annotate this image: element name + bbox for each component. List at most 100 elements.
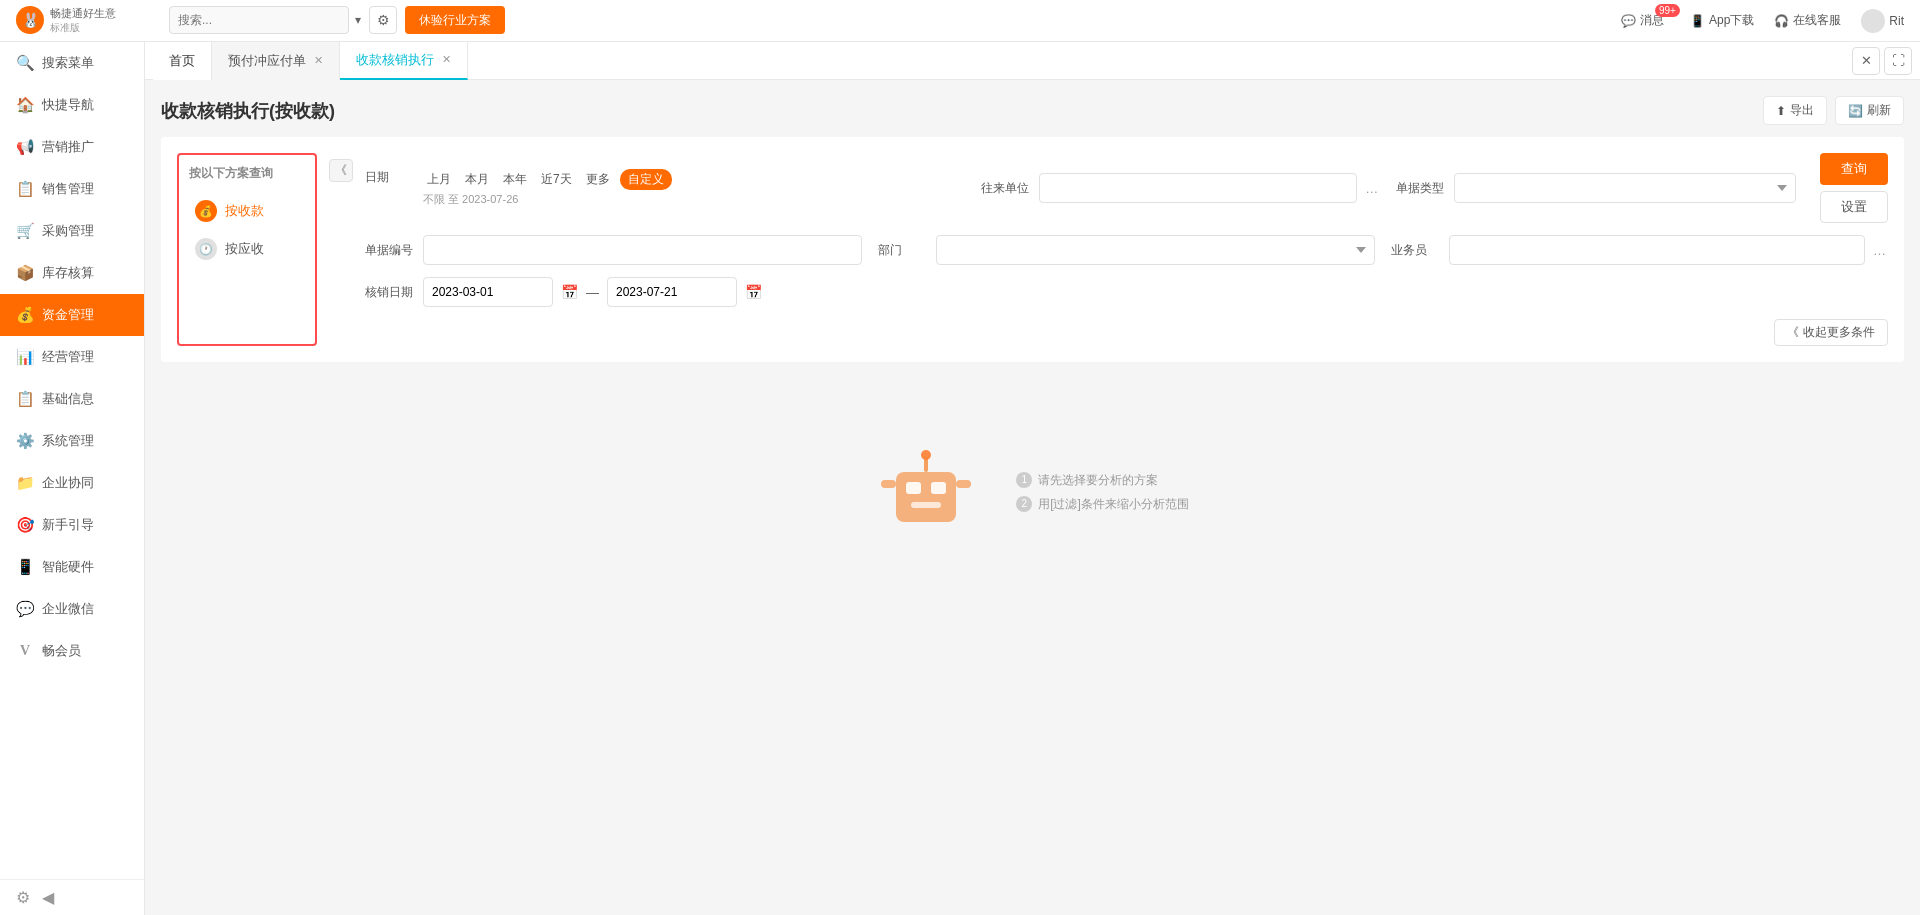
settings-gear-button[interactable]: ⚙ [369,6,397,34]
calendar-start-icon[interactable]: 📅 [561,284,578,300]
empty-robot-svg [876,442,976,542]
date-tab-custom[interactable]: 自定义 [620,169,672,190]
sidebar-item-enterprise[interactable]: 📁 企业协同 [0,462,144,504]
hint-text-1: 请先选择要分析的方案 [1038,468,1158,492]
company-search-input[interactable] [169,6,349,34]
wechat-icon: 💬 [16,600,34,618]
salesperson-dots-icon[interactable]: … [1873,243,1888,258]
inventory-icon: 📦 [16,264,34,282]
filter-option-by-receipt[interactable]: 💰 按收款 [189,192,305,230]
more-conditions-button[interactable]: 《 收起更多条件 [1774,319,1888,346]
sidebar-item-wechat[interactable]: 💬 企业微信 [0,588,144,630]
guide-icon: 🎯 [16,516,34,534]
sidebar-item-inventory[interactable]: 📦 库存核算 [0,252,144,294]
page-header: 收款核销执行(按收款) ⬆ 导出 🔄 刷新 [161,96,1904,125]
filter-option-by-receivable[interactable]: 🕐 按应收 [189,230,305,268]
tab-receivable-writeoff-label: 收款核销执行 [356,51,434,69]
finance-icon: 💰 [16,306,34,324]
page-title: 收款核销执行(按收款) [161,99,335,123]
service-icon: 🎧 [1774,14,1789,28]
more-conditions-label: 收起更多条件 [1803,324,1875,341]
dots-icon[interactable]: … [1365,181,1380,196]
industry-solution-button[interactable]: 休验行业方案 [405,6,505,34]
collapse-icon: 《 [1787,324,1799,341]
calendar-end-icon[interactable]: 📅 [745,284,762,300]
sidebar-item-sales[interactable]: 📋 销售管理 [0,168,144,210]
sidebar-item-operations[interactable]: 📊 经营管理 [0,336,144,378]
query-button[interactable]: 查询 [1820,153,1888,185]
collapse-filter-button[interactable]: 《 [329,159,353,182]
sidebar-item-smart-hw[interactable]: 📱 智能硬件 [0,546,144,588]
date-tab-more[interactable]: 更多 [582,169,614,190]
sidebar-item-finance[interactable]: 💰 资金管理 [0,294,144,336]
tab-prepayment[interactable]: 预付冲应付单 ✕ [212,42,340,80]
sidebar-item-vip[interactable]: V 畅会员 [0,630,144,672]
doc-type-field: 单据类型 [1396,173,1796,203]
sidebar-item-marketing[interactable]: 📢 营销推广 [0,126,144,168]
empty-state: 1 请先选择要分析的方案 2 用[过滤]条件来缩小分析范围 [161,362,1904,622]
page-header-actions: ⬆ 导出 🔄 刷新 [1763,96,1904,125]
writeoff-date-end-input[interactable] [607,277,737,307]
sidebar-item-guide[interactable]: 🎯 新手引导 [0,504,144,546]
app-download-label: App下载 [1709,12,1754,29]
online-service-button[interactable]: 🎧 在线客服 [1774,12,1841,29]
sidebar-item-purchase[interactable]: 🛒 采购管理 [0,210,144,252]
salesperson-input[interactable] [1449,235,1865,265]
counterpart-input[interactable] [1039,173,1358,203]
doc-no-input[interactable] [423,235,862,265]
sidebar-label: 智能硬件 [42,558,94,576]
tab-home[interactable]: 首页 [153,42,212,80]
svg-rect-3 [911,502,941,508]
export-button[interactable]: ⬆ 导出 [1763,96,1827,125]
filter-settings-button[interactable]: 设置 [1820,191,1888,223]
refresh-icon: 🔄 [1848,104,1863,118]
dept-select[interactable] [936,235,1375,265]
sidebar-label: 畅会员 [42,642,81,660]
enterprise-icon: 📁 [16,474,34,492]
empty-hint-1: 1 请先选择要分析的方案 [1016,468,1189,492]
date-tab-7days[interactable]: 近7天 [537,169,576,190]
date-label: 日期 [365,169,415,186]
sidebar-item-basic-info[interactable]: 📋 基础信息 [0,378,144,420]
empty-state-hints: 1 请先选择要分析的方案 2 用[过滤]条件来缩小分析范围 [1016,468,1189,516]
app-download-button[interactable]: 📱 App下载 [1690,12,1754,29]
more-conditions-area: 《 收起更多条件 [365,319,1888,346]
messages-button[interactable]: 💬 消息 99+ [1615,12,1670,29]
top-bar: 🐰 畅捷通好生意 标准版 ▾ ⚙ 休验行业方案 💬 消息 99+ 📱 App下载… [0,0,1920,42]
sidebar-item-system[interactable]: ⚙️ 系统管理 [0,420,144,462]
date-tabs-container: 上月 本月 本年 近7天 更多 自定义 不限 至 2023-07-26 [423,169,672,207]
sidebar-item-search-menu[interactable]: 🔍 搜索菜单 [0,42,144,84]
writeoff-date-start-input[interactable] [423,277,553,307]
hint-number-2: 2 [1016,496,1032,512]
settings-bottom-icon[interactable]: ⚙ [16,888,30,907]
dept-field: 部门 [878,235,1375,265]
sidebar-label: 资金管理 [42,306,94,324]
sidebar-label: 快捷导航 [42,96,94,114]
empty-hint-2: 2 用[过滤]条件来缩小分析范围 [1016,492,1189,516]
doc-type-select[interactable] [1454,173,1796,203]
chevron-down-icon[interactable]: ▾ [355,13,361,27]
sidebar-item-quick-nav[interactable]: 🏠 快捷导航 [0,84,144,126]
operations-icon: 📊 [16,348,34,366]
tab-receivable-writeoff[interactable]: 收款核销执行 ✕ [340,42,468,80]
maximize-tab-button[interactable]: ⛶ [1884,47,1912,75]
tabs-actions: ✕ ⛶ [1852,47,1912,75]
date-tab-this-year[interactable]: 本年 [499,169,531,190]
refresh-button[interactable]: 🔄 刷新 [1835,96,1904,125]
date-tab-last-month[interactable]: 上月 [423,169,455,190]
close-tab-writeoff-icon[interactable]: ✕ [442,53,451,66]
date-nolimit: 不限 至 2023-07-26 [423,192,672,207]
collapse-sidebar-icon[interactable]: ◀ [42,888,54,907]
date-tab-this-month[interactable]: 本月 [461,169,493,190]
close-tab-button[interactable]: ✕ [1852,47,1880,75]
close-tab-prepayment-icon[interactable]: ✕ [314,54,323,67]
system-icon: ⚙️ [16,432,34,450]
sidebar-label: 企业微信 [42,600,94,618]
user-menu[interactable]: Rit [1861,9,1904,33]
home-icon: 🏠 [16,96,34,114]
empty-state-content: 1 请先选择要分析的方案 2 用[过滤]条件来缩小分析范围 [876,442,1189,542]
salesperson-field: 业务员 … [1391,235,1888,265]
filter-sidebar: 按以下方案查询 💰 按收款 🕐 按应收 [177,153,317,346]
purchase-icon: 🛒 [16,222,34,240]
filter-sidebar-title: 按以下方案查询 [189,165,305,182]
